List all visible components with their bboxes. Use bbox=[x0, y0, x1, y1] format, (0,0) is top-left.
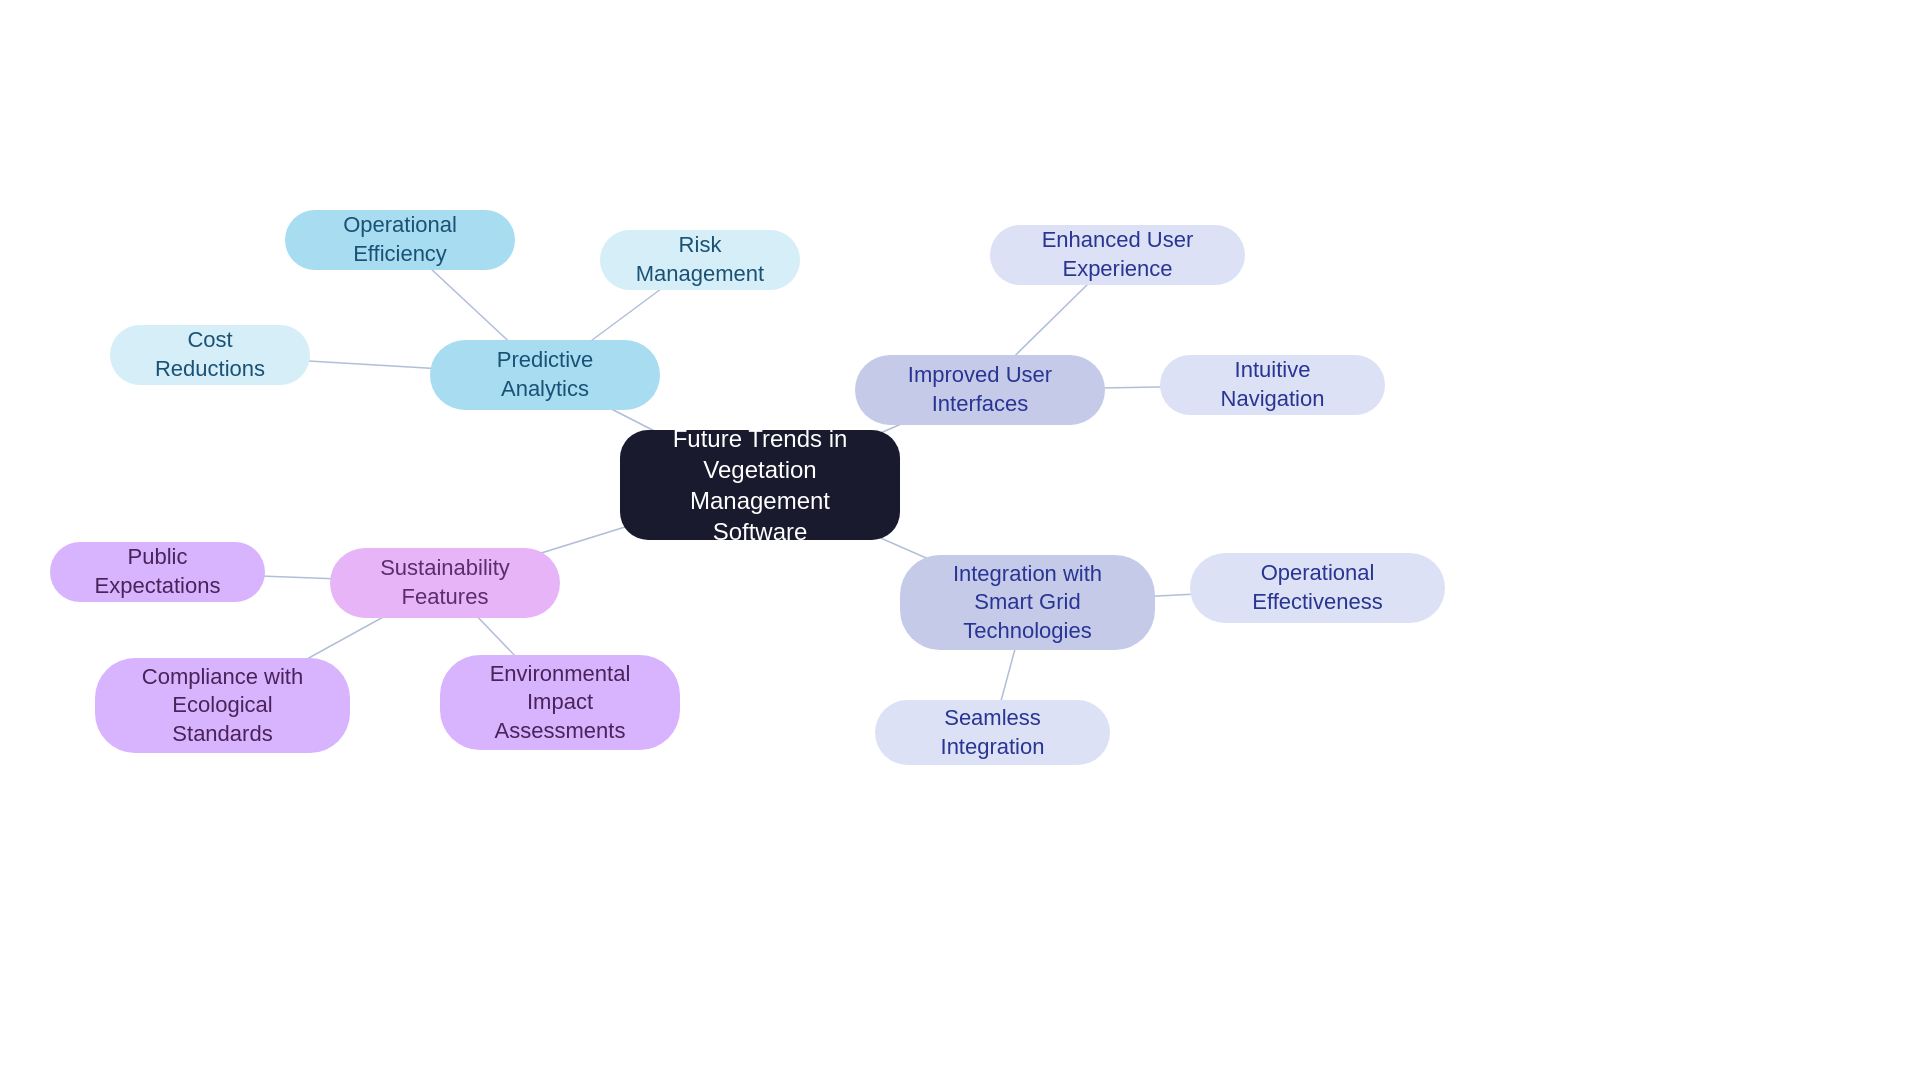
operational-effectiveness-node: Operational Effectiveness bbox=[1190, 553, 1445, 623]
compliance-ecological-label: Compliance with EcologicalStandards bbox=[119, 663, 326, 749]
enhanced-user-experience-label: Enhanced User Experience bbox=[1014, 226, 1221, 283]
sustainability-features-label: Sustainability Features bbox=[354, 554, 536, 611]
smart-grid-label: Integration with Smart GridTechnologies bbox=[924, 560, 1131, 646]
public-expectations-label: Public Expectations bbox=[74, 543, 241, 600]
compliance-ecological-node: Compliance with EcologicalStandards bbox=[95, 658, 350, 753]
operational-efficiency-label: Operational Efficiency bbox=[309, 211, 491, 268]
smart-grid-node: Integration with Smart GridTechnologies bbox=[900, 555, 1155, 650]
operational-effectiveness-label: Operational Effectiveness bbox=[1214, 559, 1421, 616]
center-label: Future Trends in VegetationManagement So… bbox=[644, 423, 876, 548]
predictive-analytics-node: Predictive Analytics bbox=[430, 340, 660, 410]
center-node: Future Trends in VegetationManagement So… bbox=[620, 430, 900, 540]
risk-management-label: Risk Management bbox=[624, 231, 776, 288]
enhanced-user-experience-node: Enhanced User Experience bbox=[990, 225, 1245, 285]
cost-reductions-label: Cost Reductions bbox=[134, 326, 286, 383]
intuitive-navigation-node: Intuitive Navigation bbox=[1160, 355, 1385, 415]
environmental-impact-node: Environmental ImpactAssessments bbox=[440, 655, 680, 750]
improved-user-interfaces-label: Improved User Interfaces bbox=[879, 361, 1081, 418]
cost-reductions-node: Cost Reductions bbox=[110, 325, 310, 385]
intuitive-navigation-label: Intuitive Navigation bbox=[1184, 356, 1361, 413]
improved-user-interfaces-node: Improved User Interfaces bbox=[855, 355, 1105, 425]
risk-management-node: Risk Management bbox=[600, 230, 800, 290]
environmental-impact-label: Environmental ImpactAssessments bbox=[464, 660, 656, 746]
operational-efficiency-node: Operational Efficiency bbox=[285, 210, 515, 270]
public-expectations-node: Public Expectations bbox=[50, 542, 265, 602]
predictive-analytics-label: Predictive Analytics bbox=[454, 346, 636, 403]
seamless-integration-label: Seamless Integration bbox=[899, 704, 1086, 761]
seamless-integration-node: Seamless Integration bbox=[875, 700, 1110, 765]
sustainability-features-node: Sustainability Features bbox=[330, 548, 560, 618]
